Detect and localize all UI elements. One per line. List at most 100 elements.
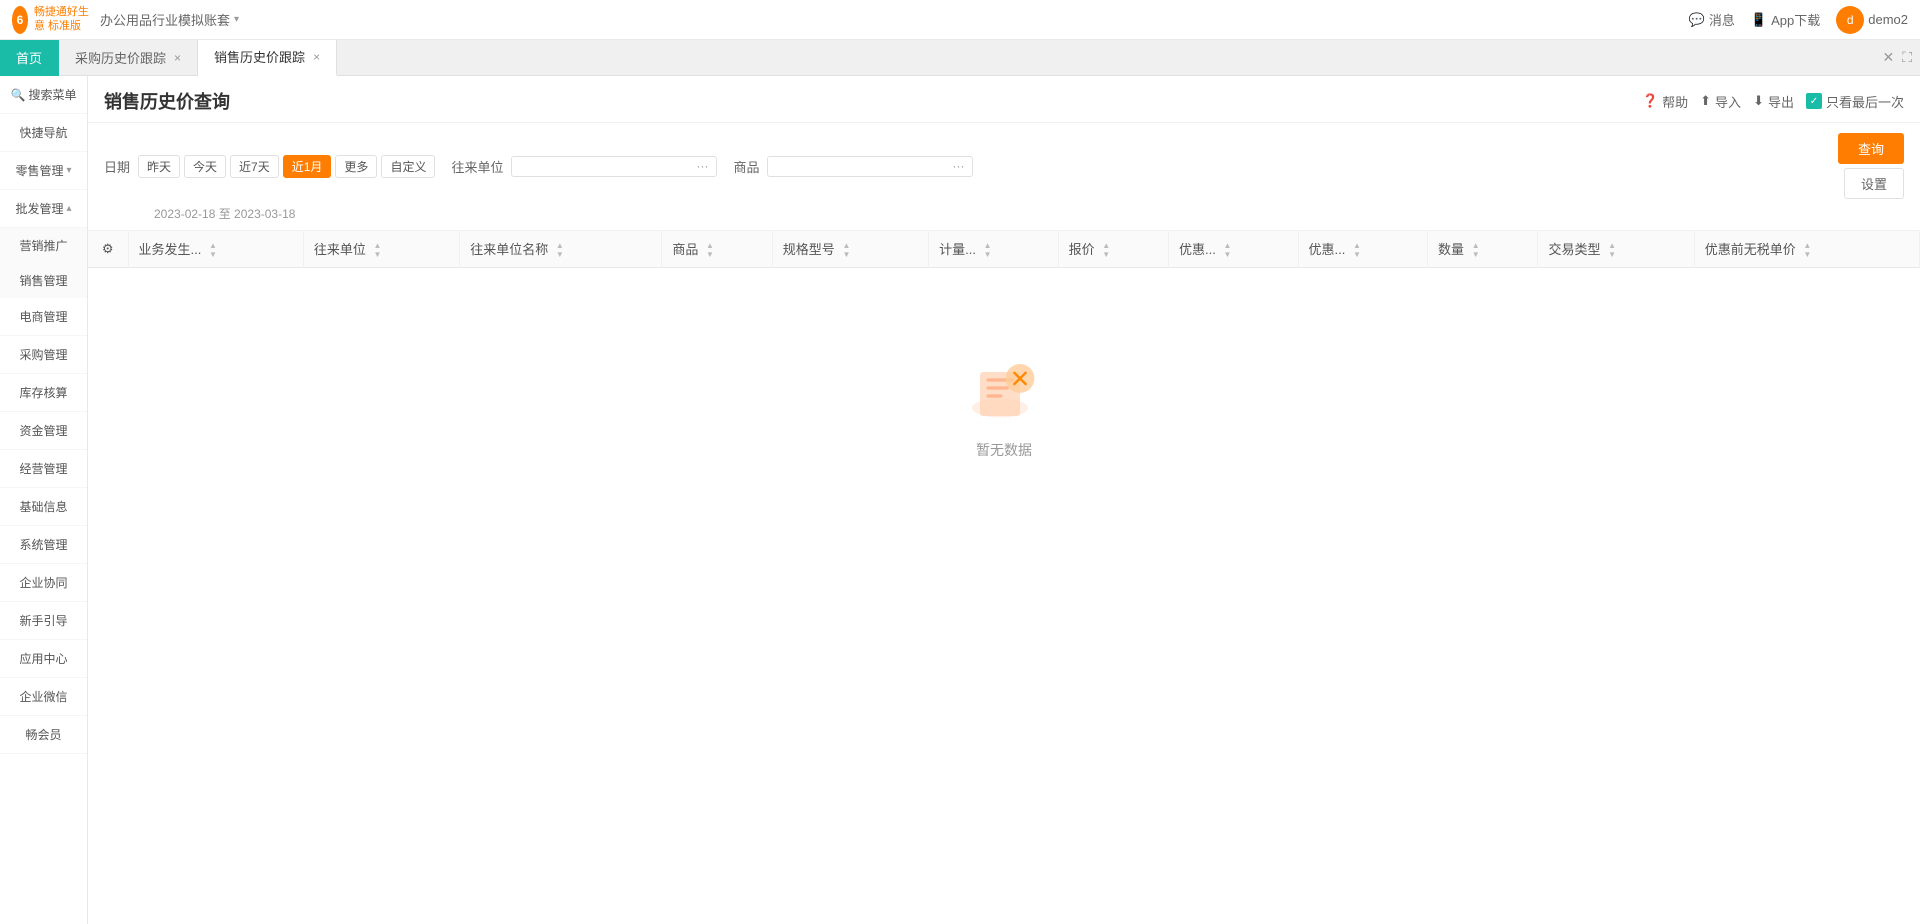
col-partner-name[interactable]: 往来单位名称 ▲▼ xyxy=(460,231,662,268)
marketing-label: 营销推广 xyxy=(19,237,67,254)
col-qty[interactable]: 数量 ▲▼ xyxy=(1428,231,1538,268)
settings-button[interactable]: 设置 xyxy=(1844,168,1904,199)
close-all-tabs-icon[interactable]: ✕ xyxy=(1882,49,1894,66)
export-label: 导出 xyxy=(1768,92,1794,111)
tab-bar: 首页 采购历史价跟踪 × 销售历史价跟踪 × ✕ ⛶ xyxy=(0,40,1920,76)
tab-purchase-history[interactable]: 采购历史价跟踪 × xyxy=(59,40,198,76)
app-center-label: 应用中心 xyxy=(19,650,67,667)
col-product[interactable]: 商品 ▲▼ xyxy=(662,231,772,268)
col-pre-tax-price[interactable]: 优惠前无税单价 ▲▼ xyxy=(1694,231,1919,268)
date-yesterday-btn[interactable]: 昨天 xyxy=(138,155,180,178)
search-icon: 🔍 xyxy=(11,88,26,102)
col-unit[interactable]: 计量... ▲▼ xyxy=(929,231,1059,268)
import-label: 导入 xyxy=(1715,92,1741,111)
avatar: d xyxy=(1836,6,1864,34)
tab-purchase-history-label: 采购历史价跟踪 xyxy=(75,48,166,67)
sidebar-item-member[interactable]: 畅会员 xyxy=(0,716,87,754)
header-left: 6 畅捷通好生意 标准版 办公用品行业模拟账套 ▾ xyxy=(12,6,239,34)
sort-biz-date: ▲▼ xyxy=(209,242,217,259)
partner-input-picker[interactable]: ··· xyxy=(696,159,708,173)
partner-input-wrap: ··· xyxy=(511,156,717,177)
sidebar-item-enterprise-collab[interactable]: 企业协同 xyxy=(0,564,87,602)
sidebar-item-purchase[interactable]: 采购管理 xyxy=(0,336,87,374)
col-discount1[interactable]: 优惠... ▲▼ xyxy=(1169,231,1299,268)
col-spec[interactable]: 规格型号 ▲▼ xyxy=(772,231,928,268)
empty-state: 暂无数据 xyxy=(88,268,1920,540)
export-button[interactable]: ⬇ 导出 xyxy=(1753,92,1794,111)
product-input-picker[interactable]: ··· xyxy=(952,159,964,173)
only-last-checkbox-wrap[interactable]: ✓ 只看最后一次 xyxy=(1806,92,1904,111)
filter-right-actions: 查询 设置 xyxy=(1838,133,1904,199)
sidebar-item-newbie-guide[interactable]: 新手引导 xyxy=(0,602,87,640)
main-layout: 🔍 搜索菜单 快捷导航 零售管理 ▾ 批发管理 ▴ 营销推广 销售管理 电商管理… xyxy=(0,76,1920,924)
sort-trade-type: ▲▼ xyxy=(1608,242,1616,259)
expand-tab-icon[interactable]: ⛶ xyxy=(1902,49,1912,66)
download-icon: 📱 xyxy=(1751,12,1767,28)
sidebar-item-sales-mgmt[interactable]: 销售管理 xyxy=(0,263,87,298)
col-settings[interactable]: ⚙ xyxy=(88,231,128,268)
system-label: 系统管理 xyxy=(19,536,67,553)
table-container[interactable]: ⚙ 业务发生... ▲▼ 往来单位 ▲▼ 往来单位名称 ▲ xyxy=(88,231,1920,924)
product-input[interactable] xyxy=(776,159,952,174)
tab-sales-history[interactable]: 销售历史价跟踪 × xyxy=(198,40,337,76)
user-profile-button[interactable]: d demo2 xyxy=(1836,6,1908,34)
sidebar-item-search[interactable]: 🔍 搜索菜单 xyxy=(0,76,87,114)
date-filter-label: 日期 xyxy=(104,157,130,176)
sort-spec: ▲▼ xyxy=(842,242,850,259)
sidebar-item-ecommerce[interactable]: 电商管理 xyxy=(0,298,87,336)
col-partner-code[interactable]: 往来单位 ▲▼ xyxy=(303,231,459,268)
partner-filter-group: 往来单位 ··· xyxy=(451,156,717,177)
date-today-btn[interactable]: 今天 xyxy=(184,155,226,178)
page-header: 销售历史价查询 ❓ 帮助 ⬆ 导入 ⬇ 导出 ✓ xyxy=(88,76,1920,123)
col-discount2[interactable]: 优惠... ▲▼ xyxy=(1298,231,1428,268)
header-right: 💬 消息 📱 App下载 d demo2 xyxy=(1689,6,1908,34)
main-table: ⚙ 业务发生... ▲▼ 往来单位 ▲▼ 往来单位名称 ▲ xyxy=(88,231,1920,268)
sidebar-item-enterprise-wechat[interactable]: 企业微信 xyxy=(0,678,87,716)
sidebar-item-finance[interactable]: 资金管理 xyxy=(0,412,87,450)
sort-discount2: ▲▼ xyxy=(1353,242,1361,259)
tab-bar-actions: ✕ ⛶ xyxy=(1882,49,1920,66)
sales-mgmt-label: 销售管理 xyxy=(19,272,67,289)
tab-home[interactable]: 首页 xyxy=(0,40,59,76)
sidebar-item-wholesale[interactable]: 批发管理 ▴ xyxy=(0,190,87,228)
message-button[interactable]: 💬 消息 xyxy=(1689,10,1735,29)
only-last-label: 只看最后一次 xyxy=(1826,92,1904,111)
tab-sales-history-close[interactable]: × xyxy=(313,50,320,64)
sidebar-item-system[interactable]: 系统管理 xyxy=(0,526,87,564)
sort-quote: ▲▼ xyxy=(1102,242,1110,259)
retail-expand-icon: ▾ xyxy=(66,165,71,176)
date-7days-btn[interactable]: 近7天 xyxy=(230,155,279,178)
only-last-checkbox[interactable]: ✓ xyxy=(1806,93,1822,109)
import-button[interactable]: ⬆ 导入 xyxy=(1700,92,1741,111)
sidebar-item-retail[interactable]: 零售管理 ▾ xyxy=(0,152,87,190)
wholesale-expand-icon: ▴ xyxy=(66,203,71,214)
sort-qty: ▲▼ xyxy=(1472,242,1480,259)
sidebar-item-shortcuts[interactable]: 快捷导航 xyxy=(0,114,87,152)
sort-partner-name: ▲▼ xyxy=(556,242,564,259)
app-download-button[interactable]: 📱 App下载 xyxy=(1751,10,1820,29)
app-title: 办公用品行业模拟账套 xyxy=(100,10,230,29)
sidebar-item-inventory[interactable]: 库存核算 xyxy=(0,374,87,412)
sidebar-item-basic-info[interactable]: 基础信息 xyxy=(0,488,87,526)
tab-sales-history-label: 销售历史价跟踪 xyxy=(214,47,305,66)
partner-input[interactable] xyxy=(520,159,696,174)
col-biz-date[interactable]: 业务发生... ▲▼ xyxy=(128,231,303,268)
sidebar-item-operations[interactable]: 经营管理 xyxy=(0,450,87,488)
app-title-area[interactable]: 办公用品行业模拟账套 ▾ xyxy=(100,10,239,29)
date-1month-btn[interactable]: 近1月 xyxy=(283,155,332,178)
message-label: 消息 xyxy=(1709,10,1735,29)
sort-unit: ▲▼ xyxy=(984,242,992,259)
date-custom-btn[interactable]: 自定义 xyxy=(381,155,435,178)
logo-text: 畅捷通好生意 标准版 xyxy=(34,6,92,32)
col-trade-type[interactable]: 交易类型 ▲▼ xyxy=(1538,231,1694,268)
date-more-btn[interactable]: 更多 xyxy=(335,155,377,178)
sidebar-item-marketing[interactable]: 营销推广 xyxy=(0,228,87,263)
query-button[interactable]: 查询 xyxy=(1838,133,1904,164)
sidebar-item-app-center[interactable]: 应用中心 xyxy=(0,640,87,678)
help-button[interactable]: ❓ 帮助 xyxy=(1642,92,1688,111)
tab-purchase-history-close[interactable]: × xyxy=(174,51,181,65)
col-quote[interactable]: 报价 ▲▼ xyxy=(1058,231,1168,268)
tab-home-label: 首页 xyxy=(16,48,42,67)
app-title-dropdown-icon[interactable]: ▾ xyxy=(234,14,239,25)
top-header: 6 畅捷通好生意 标准版 办公用品行业模拟账套 ▾ 💬 消息 📱 App下载 d… xyxy=(0,0,1920,40)
